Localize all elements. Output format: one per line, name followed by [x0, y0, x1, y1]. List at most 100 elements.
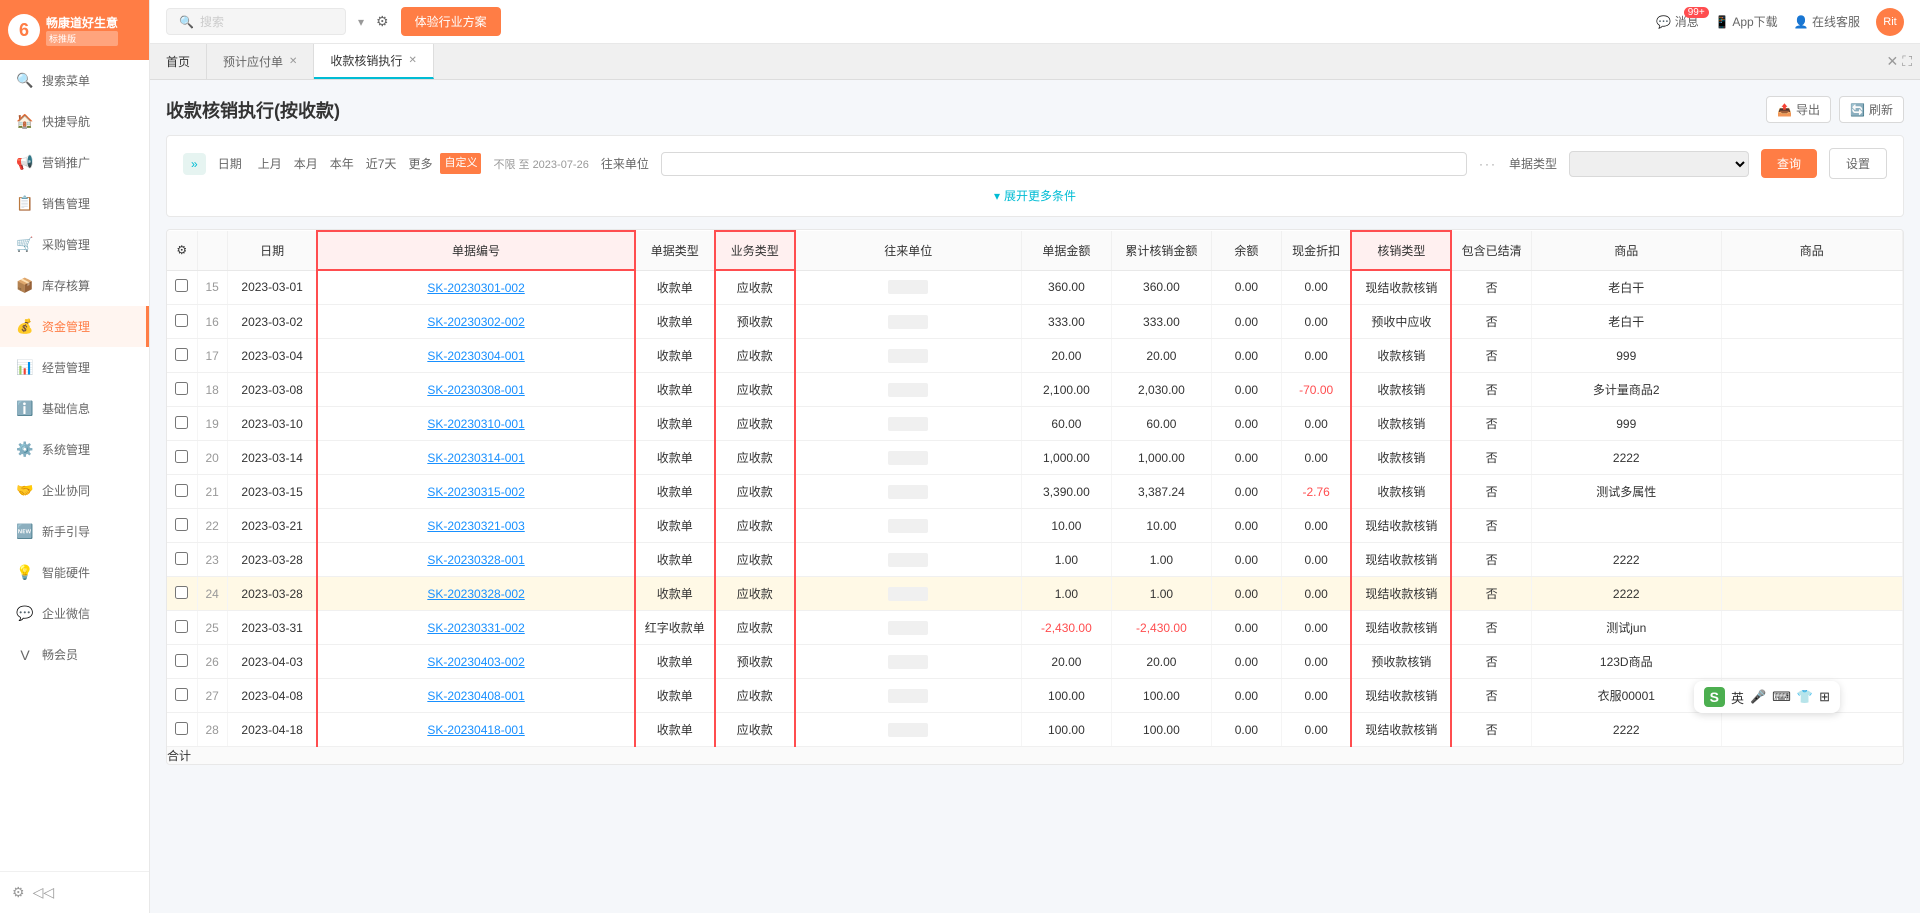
row-docno-link[interactable]: SK-20230301-002 — [427, 281, 524, 295]
tab-receivable-close[interactable]: ✕ — [408, 55, 416, 66]
row-gear[interactable] — [167, 407, 197, 441]
gear-icon[interactable]: ⚙ — [376, 13, 389, 30]
row-gear[interactable] — [167, 509, 197, 543]
row-gear[interactable] — [167, 645, 197, 679]
date-this-month[interactable]: 本月 — [290, 153, 322, 174]
col-goods-header[interactable]: 商品 — [1531, 231, 1721, 270]
row-docno-link[interactable]: SK-20230328-001 — [427, 553, 524, 567]
row-docno-link[interactable]: SK-20230308-001 — [427, 383, 524, 397]
watermark-keyboard-icon[interactable]: ⌨ — [1772, 689, 1791, 705]
row-checkbox[interactable] — [175, 620, 188, 633]
row-gear[interactable] — [167, 270, 197, 305]
row-gear[interactable] — [167, 713, 197, 747]
row-gear[interactable] — [167, 305, 197, 339]
row-checkbox[interactable] — [175, 688, 188, 701]
sidebar-item-operations[interactable]: 📊经营管理 — [0, 347, 149, 388]
row-docno-link[interactable]: SK-20230403-002 — [427, 655, 524, 669]
sidebar-item-enterprise-wx[interactable]: 💬企业微信 — [0, 593, 149, 634]
settings-icon[interactable]: ⚙ — [12, 884, 25, 901]
col-included-header[interactable]: 包含已结清 — [1451, 231, 1531, 270]
sidebar-item-quick-nav[interactable]: 🏠快捷导航 — [0, 101, 149, 142]
sidebar-item-smart-hw[interactable]: 💡智能硬件 — [0, 552, 149, 593]
app-download-btn[interactable]: 📱 App下载 — [1715, 13, 1778, 30]
tab-payable[interactable]: 预计应付单 ✕ — [207, 44, 314, 79]
row-checkbox[interactable] — [175, 654, 188, 667]
sidebar-item-guide[interactable]: 🆕新手引导 — [0, 511, 149, 552]
watermark-grid-icon[interactable]: ⊞ — [1819, 689, 1830, 705]
sidebar-item-finance[interactable]: 💰资金管理 — [0, 306, 149, 347]
sidebar-item-sales[interactable]: 📋销售管理 — [0, 183, 149, 224]
row-checkbox[interactable] — [175, 722, 188, 735]
col-date-header[interactable]: 日期 — [227, 231, 317, 270]
search-dropdown[interactable]: ▾ — [358, 15, 364, 29]
row-checkbox[interactable] — [175, 450, 188, 463]
row-gear[interactable] — [167, 543, 197, 577]
row-checkbox[interactable] — [175, 552, 188, 565]
row-docno-link[interactable]: SK-20230314-001 — [427, 451, 524, 465]
row-gear[interactable] — [167, 373, 197, 407]
col-biztype-header[interactable]: 业务类型 — [715, 231, 795, 270]
industry-btn[interactable]: 体验行业方案 — [401, 7, 501, 36]
row-docno-link[interactable]: SK-20230315-002 — [427, 485, 524, 499]
partner-input[interactable] — [661, 152, 1467, 176]
watermark-mic-icon[interactable]: 🎤 — [1750, 689, 1766, 705]
col-verifytype-header[interactable]: 核销类型 — [1351, 231, 1451, 270]
row-docno-link[interactable]: SK-20230328-002 — [427, 587, 524, 601]
row-gear[interactable] — [167, 441, 197, 475]
query-btn[interactable]: 查询 — [1761, 149, 1817, 178]
message-btn[interactable]: 💬 消息 99+ — [1656, 13, 1698, 30]
col-cumamt-header[interactable]: 累计核销金额 — [1111, 231, 1211, 270]
user-avatar[interactable]: Rit — [1876, 8, 1904, 36]
row-checkbox[interactable] — [175, 314, 188, 327]
doc-type-select[interactable] — [1569, 151, 1749, 177]
date-this-year[interactable]: 本年 — [326, 153, 358, 174]
collapse-icon[interactable]: ◁◁ — [33, 884, 55, 901]
col-amount-header[interactable]: 单据金额 — [1021, 231, 1111, 270]
row-gear[interactable] — [167, 577, 197, 611]
sidebar-item-marketing[interactable]: 📢营销推广 — [0, 142, 149, 183]
row-docno-link[interactable]: SK-20230310-001 — [427, 417, 524, 431]
row-docno-link[interactable]: SK-20230408-001 — [427, 689, 524, 703]
date-last-month[interactable]: 上月 — [254, 153, 286, 174]
sidebar-item-member[interactable]: V畅会员 — [0, 634, 149, 675]
row-gear[interactable] — [167, 611, 197, 645]
filter-setting-btn[interactable]: 设置 — [1829, 148, 1887, 179]
row-docno-link[interactable]: SK-20230331-002 — [427, 621, 524, 635]
sidebar-item-system[interactable]: ⚙️系统管理 — [0, 429, 149, 470]
row-docno-link[interactable]: SK-20230302-002 — [427, 315, 524, 329]
sidebar-item-search[interactable]: 🔍搜索菜单 — [0, 60, 149, 101]
row-checkbox[interactable] — [175, 518, 188, 531]
row-gear[interactable] — [167, 339, 197, 373]
search-box[interactable]: 🔍 搜索 — [166, 8, 346, 35]
tab-home[interactable]: 首页 — [150, 44, 207, 79]
tab-payable-close[interactable]: ✕ — [289, 56, 297, 67]
tab-expand-icon[interactable]: ⛶ — [1902, 53, 1912, 70]
col-gear-header[interactable]: ⚙ — [167, 231, 197, 270]
row-docno-link[interactable]: SK-20230304-001 — [427, 349, 524, 363]
sidebar-item-enterprise[interactable]: 🤝企业协同 — [0, 470, 149, 511]
tab-close-icon[interactable]: ✕ — [1886, 53, 1898, 70]
date-custom-btn[interactable]: 自定义 — [440, 153, 481, 174]
watermark-shirt-icon[interactable]: 👕 — [1797, 689, 1813, 705]
col-partner-header[interactable]: 往来单位 — [795, 231, 1022, 270]
filter-collapse-btn[interactable]: » — [183, 153, 206, 175]
row-checkbox[interactable] — [175, 348, 188, 361]
col-balance-header[interactable]: 余额 — [1211, 231, 1281, 270]
col-goods2-header[interactable]: 商品 — [1721, 231, 1902, 270]
online-service-btn[interactable]: 👤 在线客服 — [1794, 13, 1860, 30]
col-doctype-header[interactable]: 单据类型 — [635, 231, 715, 270]
col-discount-header[interactable]: 现金折扣 — [1281, 231, 1351, 270]
sidebar-item-inventory[interactable]: 📦库存核算 — [0, 265, 149, 306]
expand-more-btn[interactable]: ▾ 展开更多条件 — [994, 187, 1076, 204]
row-checkbox[interactable] — [175, 382, 188, 395]
tab-receivable-verify[interactable]: 收款核销执行 ✕ — [314, 44, 433, 79]
sidebar-item-purchase[interactable]: 🛒采购管理 — [0, 224, 149, 265]
row-checkbox[interactable] — [175, 416, 188, 429]
refresh-btn[interactable]: 🔄 刷新 — [1839, 96, 1904, 123]
sidebar-item-basic-info[interactable]: ℹ️基础信息 — [0, 388, 149, 429]
col-docno-header[interactable]: 单据编号 — [317, 231, 634, 270]
row-docno-link[interactable]: SK-20230321-003 — [427, 519, 524, 533]
row-checkbox[interactable] — [175, 586, 188, 599]
date-7days[interactable]: 近7天 — [362, 153, 401, 174]
row-gear[interactable] — [167, 679, 197, 713]
